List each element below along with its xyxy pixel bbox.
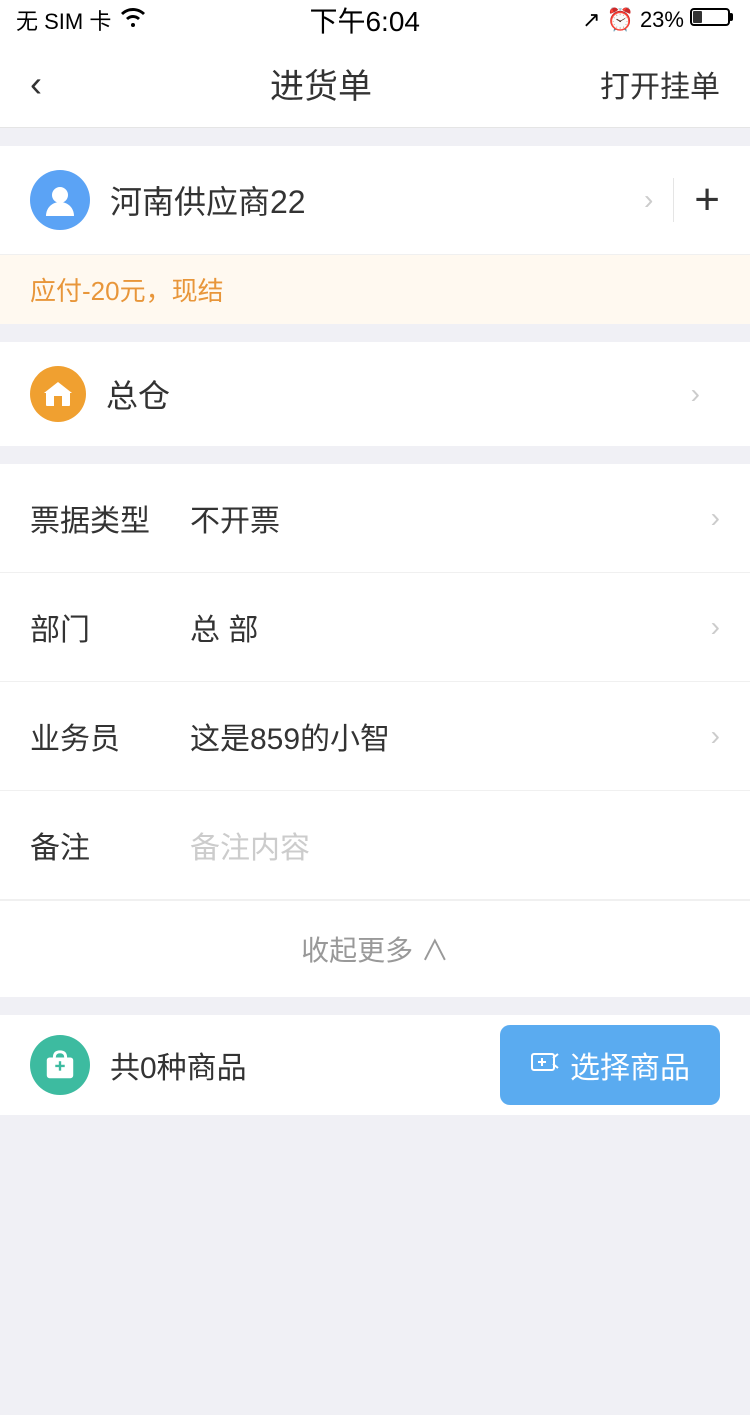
section-gap-2 xyxy=(0,324,750,342)
invoice-type-chevron-icon: › xyxy=(711,502,720,534)
invoice-type-label: 票据类型 xyxy=(30,496,170,540)
section-gap-1 xyxy=(0,128,750,146)
select-product-button[interactable]: 选择商品 xyxy=(500,1025,720,1105)
warehouse-icon xyxy=(30,366,86,422)
page-title: 进货单 xyxy=(270,59,372,108)
select-product-icon xyxy=(530,1049,560,1081)
supplier-avatar xyxy=(30,170,90,230)
supplier-section: 河南供应商22 › + 应付-20元，现结 xyxy=(0,146,750,324)
department-chevron-icon: › xyxy=(711,611,720,643)
department-value: 总 部 xyxy=(170,605,711,649)
product-icon xyxy=(30,1035,90,1095)
select-product-label: 选择商品 xyxy=(570,1043,690,1087)
add-supplier-button[interactable]: + xyxy=(673,178,720,222)
wifi-icon xyxy=(119,7,147,33)
department-label: 部门 xyxy=(30,605,170,649)
back-button[interactable]: ‹ xyxy=(30,63,42,105)
warehouse-chevron-icon: › xyxy=(691,378,700,410)
salesperson-chevron-icon: › xyxy=(711,720,720,752)
bottom-bar: 共0种商品 选择商品 xyxy=(0,1015,750,1115)
status-bar: 无 SIM 卡 下午6:04 ↗ ⏰ 23% xyxy=(0,0,750,40)
location-icon: ↗ xyxy=(582,7,600,33)
page-background xyxy=(0,1115,750,1415)
supplier-row[interactable]: 河南供应商22 › + xyxy=(0,146,750,255)
warehouse-name: 总仓 xyxy=(106,371,691,417)
section-gap-3 xyxy=(0,446,750,464)
remark-input[interactable]: 备注内容 xyxy=(170,823,720,867)
supplier-chevron-icon: › xyxy=(644,184,653,216)
battery-icon xyxy=(690,6,734,34)
supplier-name: 河南供应商22 xyxy=(110,177,644,223)
status-time: 下午6:04 xyxy=(309,0,420,40)
status-left: 无 SIM 卡 xyxy=(16,4,147,36)
salesperson-row[interactable]: 业务员 这是859的小智 › xyxy=(0,682,750,791)
collapse-label: 收起更多 ∧ xyxy=(301,929,449,969)
collapse-button[interactable]: 收起更多 ∧ xyxy=(0,900,750,997)
sim-label: 无 SIM 卡 xyxy=(16,4,111,36)
warehouse-row[interactable]: 总仓 › xyxy=(0,342,750,446)
department-row[interactable]: 部门 总 部 › xyxy=(0,573,750,682)
invoice-type-value: 不开票 xyxy=(170,496,711,540)
salesperson-value: 这是859的小智 xyxy=(170,714,711,758)
alarm-icon: ⏰ xyxy=(607,7,634,33)
supplier-notice: 应付-20元，现结 xyxy=(0,255,750,324)
remark-label: 备注 xyxy=(30,823,170,867)
product-count: 共0种商品 xyxy=(110,1043,500,1087)
nav-bar: ‹ 进货单 打开挂单 xyxy=(0,40,750,128)
open-pending-button[interactable]: 打开挂单 xyxy=(600,62,720,106)
remark-row[interactable]: 备注 备注内容 xyxy=(0,791,750,900)
form-section: 票据类型 不开票 › 部门 总 部 › 业务员 这是859的小智 › 备注 备注… xyxy=(0,464,750,997)
salesperson-label: 业务员 xyxy=(30,714,170,758)
battery-label: 23% xyxy=(640,7,684,33)
warehouse-section: 总仓 › xyxy=(0,342,750,446)
invoice-type-row[interactable]: 票据类型 不开票 › xyxy=(0,464,750,573)
status-right: ↗ ⏰ 23% xyxy=(582,6,734,34)
